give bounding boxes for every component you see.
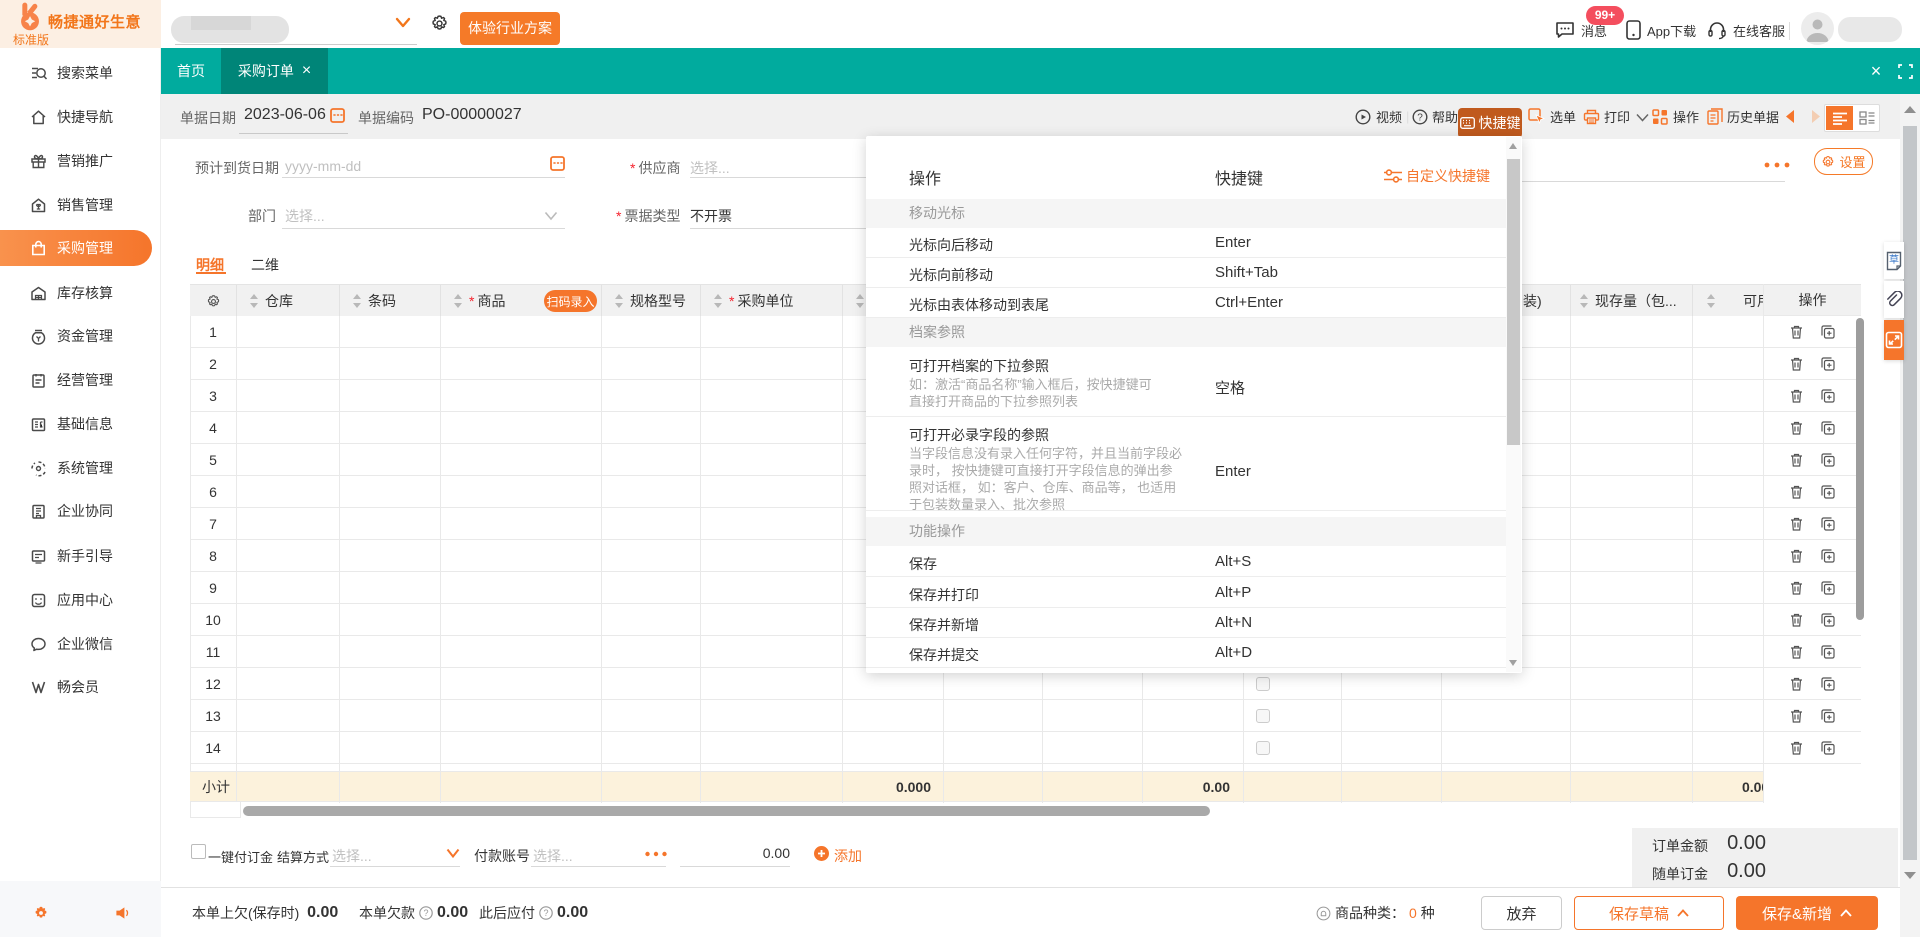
svg-text:?: ? <box>543 908 548 918</box>
svg-text:草: 草 <box>1889 251 1899 266</box>
svg-text:?: ? <box>423 908 428 918</box>
svg-text:?: ? <box>1417 112 1423 123</box>
